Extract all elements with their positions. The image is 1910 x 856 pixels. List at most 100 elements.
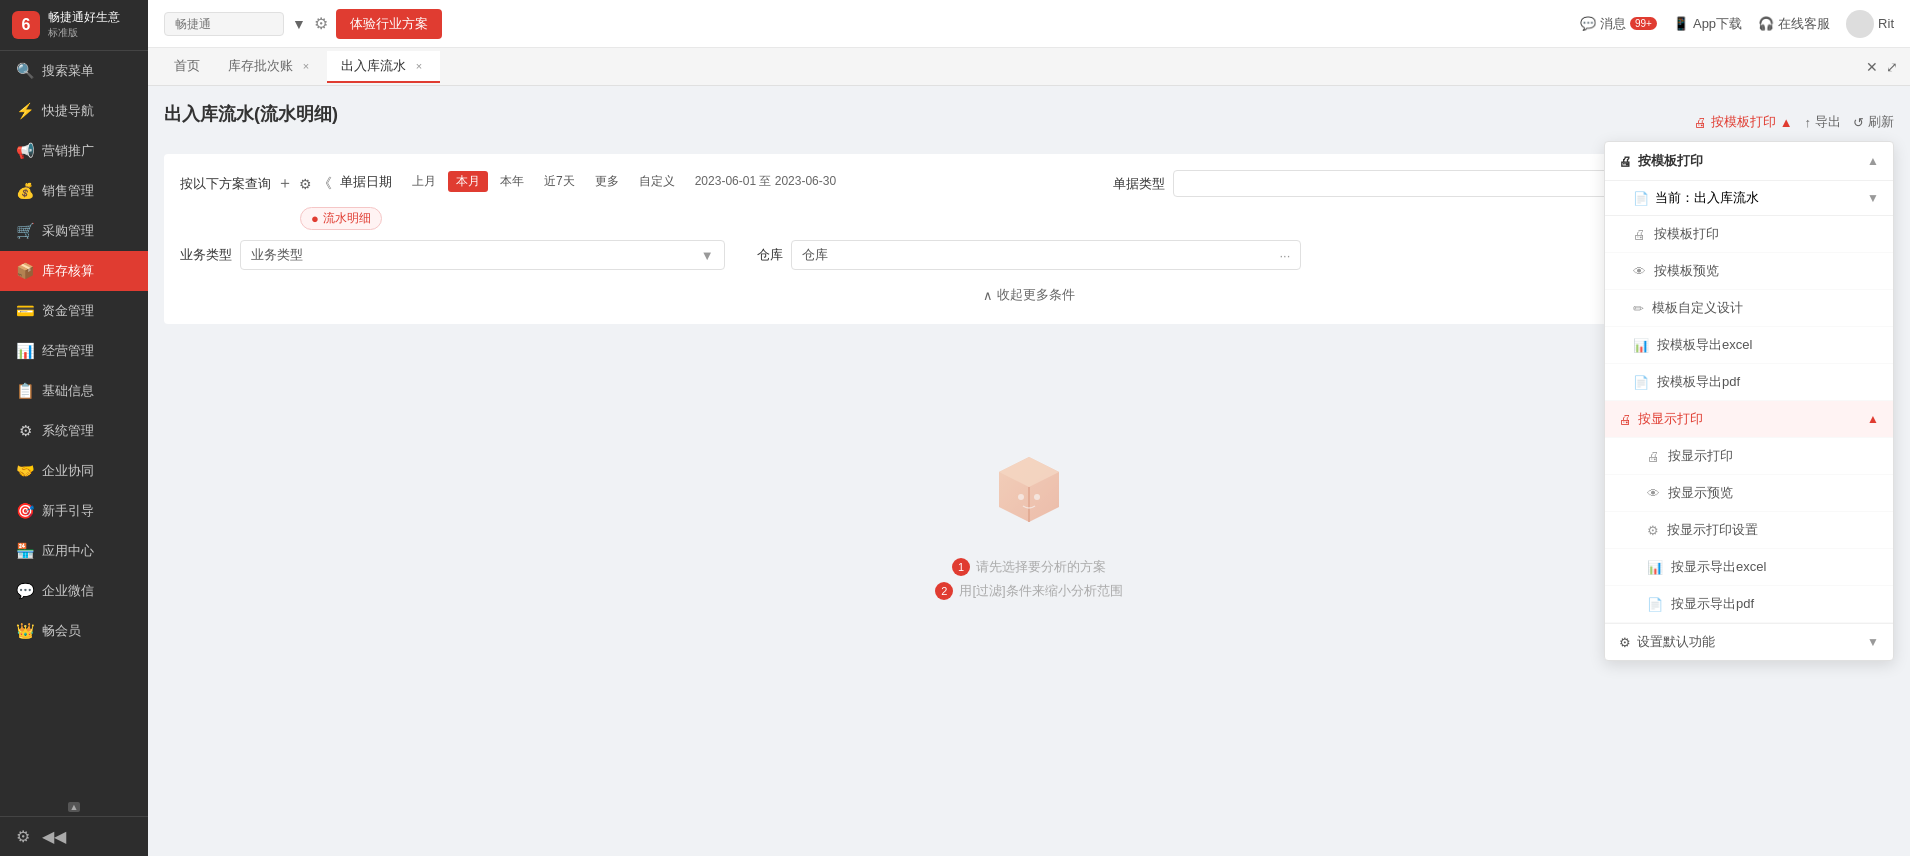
tab-batch-account-close[interactable]: × [299, 59, 313, 73]
dropdown-print-icon: 🖨 [1619, 154, 1632, 169]
dropdown-template-excel[interactable]: 📊 按模板导出excel [1605, 327, 1893, 364]
tab-home[interactable]: 首页 [160, 51, 214, 83]
sidebar-item-3[interactable]: 💰销售管理 [0, 171, 148, 211]
template-print-item-label: 按模板打印 [1654, 225, 1719, 243]
collapse-button[interactable]: ∧ 收起更多条件 [983, 282, 1075, 308]
dropdown-display-print[interactable]: 🖨 按显示打印 [1605, 438, 1893, 475]
sidebar-label-1: 快捷导航 [42, 102, 94, 120]
sidebar-logo: 6 畅捷通好生意 标准版 [0, 0, 148, 51]
sidebar-scroll-up[interactable]: ▲ [68, 802, 80, 812]
tab-batch-account[interactable]: 库存批次账 × [214, 51, 327, 83]
sidebar-icon-1: ⚡ [16, 102, 34, 120]
sidebar-label-2: 营销推广 [42, 142, 94, 160]
user-avatar-item[interactable]: Rit [1846, 10, 1894, 38]
dropdown-display-settings[interactable]: ⚙ 按显示打印设置 [1605, 512, 1893, 549]
sidebar-item-0[interactable]: 🔍搜索菜单 [0, 51, 148, 91]
template-design-icon: ✏ [1633, 301, 1644, 316]
template-excel-label: 按模板导出excel [1657, 336, 1752, 354]
warehouse-select[interactable]: 仓库 ··· [791, 240, 1302, 270]
date-tab-custom[interactable]: 自定义 [631, 171, 683, 192]
tip-number-1: 1 [952, 558, 970, 576]
dropdown-template-pdf[interactable]: 📄 按模板导出pdf [1605, 364, 1893, 401]
online-service-item[interactable]: 🎧 在线客服 [1758, 15, 1830, 33]
display-group-icon: 🖨 [1619, 412, 1632, 427]
topbar-settings-icon[interactable]: ⚙ [314, 14, 328, 33]
footer-chevron: ▼ [1867, 635, 1879, 649]
sidebar-icon-0: 🔍 [16, 62, 34, 80]
refresh-label: 刷新 [1868, 113, 1894, 131]
date-tab-7days[interactable]: 近7天 [536, 171, 583, 192]
sidebar-item-7[interactable]: 📊 经营管理 [0, 331, 148, 371]
export-button[interactable]: ↑ 导出 [1805, 113, 1842, 131]
topbar-dropdown-icon[interactable]: ▼ [292, 16, 306, 32]
sidebar-item-10[interactable]: 🤝企业协同 [0, 451, 148, 491]
dropdown-display-preview[interactable]: 👁 按显示预览 [1605, 475, 1893, 512]
dropdown-display-group-header[interactable]: 🖨 按显示打印 ▲ [1605, 401, 1893, 438]
template-print-label: 按模板打印 [1711, 113, 1776, 131]
dropdown-header[interactable]: 🖨 按模板打印 ▲ [1605, 142, 1893, 181]
sidebar-item-12[interactable]: 🏪应用中心 [0, 531, 148, 571]
sidebar-icon-7: 📊 [16, 342, 34, 360]
message-item[interactable]: 💬 消息 99+ [1580, 15, 1657, 33]
template-pdf-icon: 📄 [1633, 375, 1649, 390]
trial-industry-button[interactable]: 体验行业方案 [336, 9, 442, 39]
dropdown-footer[interactable]: ⚙ 设置默认功能 ▼ [1605, 623, 1893, 660]
tab-close-all-button[interactable]: ✕ [1866, 59, 1878, 75]
date-tab-this-month[interactable]: 本月 [448, 171, 488, 192]
biz-placeholder: 业务类型 [251, 246, 303, 264]
tab-inventory-flow-close[interactable]: × [412, 59, 426, 73]
template-print-button[interactable]: 🖨 按模板打印 ▲ [1694, 113, 1793, 131]
page-title: 出入库流水(流水明细) [164, 102, 338, 126]
refresh-button[interactable]: ↺ 刷新 [1853, 113, 1894, 131]
dropdown-template-print[interactable]: 🖨 按模板打印 [1605, 216, 1893, 253]
collapse-sidebar-icon[interactable]: ◀◀ [42, 827, 66, 846]
sidebar-icon-2: 📢 [16, 142, 34, 160]
main-content: ▼ ⚙ 体验行业方案 💬 消息 99+ 📱 App下载 🎧 在线客服 Rit [148, 0, 1910, 856]
topbar-search-input[interactable] [164, 12, 284, 36]
sidebar: 6 畅捷通好生意 标准版 🔍搜索菜单 ⚡ 快捷导航 📢 营销推广 💰销售管理🛒采购管理📦库… [0, 0, 148, 856]
template-print-icon: 🖨 [1633, 227, 1646, 242]
tab-inventory-flow[interactable]: 出入库流水 × [327, 51, 440, 83]
sidebar-label-10: 企业协同 [42, 462, 94, 480]
sidebar-item-8[interactable]: 📋基础信息 [0, 371, 148, 411]
sidebar-item-13[interactable]: 💬企业微信 [0, 571, 148, 611]
sidebar-item-14[interactable]: 👑 畅会员 [0, 611, 148, 651]
sidebar-item-5[interactable]: 📦库存核算 [0, 251, 148, 291]
sidebar-icon-11: 🎯 [16, 502, 34, 520]
dropdown-template-preview[interactable]: 👁 按模板预览 [1605, 253, 1893, 290]
sidebar-item-2[interactable]: 📢 营销推广 [0, 131, 148, 171]
dropdown-display-excel[interactable]: 📊 按显示导出excel [1605, 549, 1893, 586]
date-tab-last-month[interactable]: 上月 [404, 171, 444, 192]
collapse-filter-icon[interactable]: 《 [318, 175, 332, 193]
sidebar-icon-14: 👑 [16, 622, 34, 640]
headset-icon: 🎧 [1758, 16, 1774, 31]
tab-expand-button[interactable]: ⤢ [1886, 59, 1898, 75]
sidebar-item-9[interactable]: ⚙ 系统管理 [0, 411, 148, 451]
sidebar-item-1[interactable]: ⚡ 快捷导航 [0, 91, 148, 131]
sidebar-label-5: 库存核算 [42, 262, 94, 280]
date-range-display: 2023-06-01 至 2023-06-30 [695, 173, 836, 190]
app-download-item[interactable]: 📱 App下载 [1673, 15, 1742, 33]
sidebar-item-11[interactable]: 🎯新手引导 [0, 491, 148, 531]
template-excel-icon: 📊 [1633, 338, 1649, 353]
sidebar-icon-13: 💬 [16, 582, 34, 600]
sidebar-item-6[interactable]: 💳资金管理 [0, 291, 148, 331]
sidebar-label-7: 经营管理 [42, 342, 94, 360]
sidebar-label-12: 应用中心 [42, 542, 94, 560]
sidebar-item-4[interactable]: 🛒采购管理 [0, 211, 148, 251]
date-tab-more[interactable]: 更多 [587, 171, 627, 192]
sidebar-label-6: 资金管理 [42, 302, 94, 320]
tab-batch-account-label: 库存批次账 [228, 57, 293, 75]
sidebar-icon-9: ⚙ [16, 422, 34, 440]
date-tab-this-year[interactable]: 本年 [492, 171, 532, 192]
sidebar-label-9: 系统管理 [42, 422, 94, 440]
add-filter-icon[interactable]: ＋ [277, 173, 293, 194]
dropdown-template-design[interactable]: ✏ 模板自定义设计 [1605, 290, 1893, 327]
biz-type-select[interactable]: 业务类型 ▼ [240, 240, 725, 270]
online-service-label: 在线客服 [1778, 15, 1830, 33]
sidebar-label-14: 畅会员 [42, 622, 81, 640]
settings-filter-icon[interactable]: ⚙ [299, 176, 312, 192]
dropdown-display-pdf[interactable]: 📄 按显示导出pdf [1605, 586, 1893, 623]
settings-footer-icon[interactable]: ⚙ [16, 827, 30, 846]
flow-detail-tag[interactable]: ● 流水明细 [300, 207, 382, 230]
